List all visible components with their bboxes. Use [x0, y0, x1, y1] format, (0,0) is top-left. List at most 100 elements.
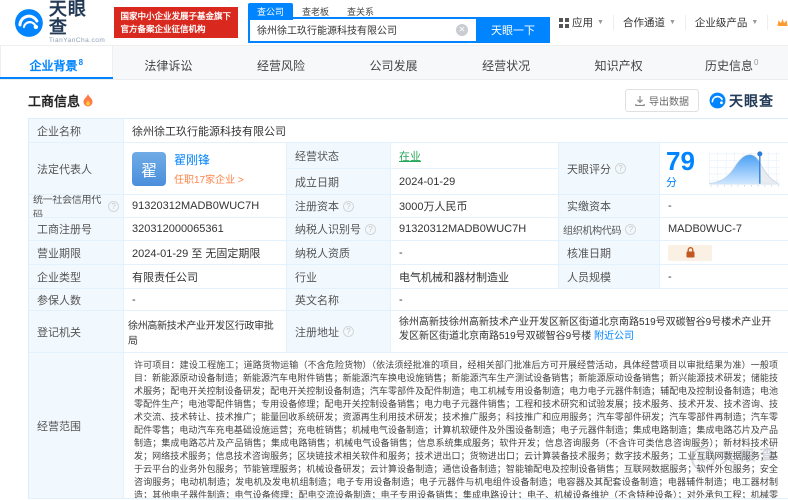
section-title: 工商信息 [28, 94, 81, 109]
field-label-legal-rep: 法定代表人 [29, 143, 124, 195]
lock-icon [686, 247, 694, 258]
official-badge: 国家中小企业发展子基金旗下 官方备案企业征信机构 [113, 6, 239, 39]
grid-icon [559, 17, 570, 28]
tab-label: 知识产权 [594, 59, 643, 73]
field-label-registry: 登记机关 [29, 311, 124, 353]
search-tab-relation[interactable]: 查关系 [338, 3, 383, 20]
field-label-taxpayer-id: 纳税人识别号? [287, 218, 391, 241]
nearby-companies-link[interactable]: 附近公司 [594, 331, 634, 342]
tab-operating-risk[interactable]: 经营风险 [225, 46, 338, 79]
official-badge-line2: 官方备案企业征信机构 [120, 23, 206, 34]
tab-operating-status[interactable]: 经营状况 [450, 46, 563, 79]
export-data-button[interactable]: 导出数据 [625, 89, 699, 112]
field-value-reg-capital: 3000万人民币 [391, 195, 559, 218]
field-value-legal-rep: 翟 翟刚锋 任职17家企业 > [124, 143, 287, 195]
search-type-tabs: 查公司 查老板 查关系 [248, 2, 383, 20]
field-label-scope: 经营范围 [29, 353, 124, 499]
nav-apps-label: 应用 [572, 17, 594, 29]
tab-history-info[interactable]: 历史信息0 [675, 46, 788, 79]
tab-intellectual-property[interactable]: 知识产权 [563, 46, 676, 79]
chevron-down-icon: ▼ [751, 19, 759, 26]
field-value-scope: 许可项目：建设工程施工；道路货物运输（不含危险货物）（依法须经批准的项目，经相关… [124, 353, 788, 499]
field-value-org-code: MADB0WUC-7 [660, 218, 788, 241]
tab-label: 企业背景 [29, 59, 78, 73]
field-value-company-name: 徐州徐工玖行能源科技有限公司 [124, 119, 788, 143]
tianyancha-watermark-logo: 天眼查 [709, 91, 774, 111]
field-label-insured: 参保人数 [29, 289, 124, 311]
legal-rep-avatar[interactable]: 翟 [132, 151, 166, 186]
field-value-paid-capital: - [660, 195, 788, 218]
nav-coop[interactable]: 合作通道 ▼ [612, 15, 685, 30]
field-label-reg-number: 工商注册号 [29, 218, 124, 241]
field-value-registry: 徐州高新技术产业开发区行政审批局 [124, 311, 287, 353]
address-text: 徐州高新技徐州高新技术产业开发区新区街道北京南路519号双碳智谷9号楼术产业开发… [399, 317, 772, 342]
field-label-reg-capital: 注册资本? [287, 195, 391, 218]
field-value-company-type: 有限责任公司 [124, 265, 287, 289]
info-icon[interactable]: ? [365, 223, 376, 235]
business-info-header: 工商信息 导出数据 天眼查 [28, 89, 774, 112]
field-label-company-type: 企业类型 [29, 265, 124, 289]
field-value-score: 79分 [660, 143, 788, 195]
field-label-address: 注册地址? [287, 311, 391, 353]
tianyancha-logo-icon [709, 92, 726, 109]
field-label-approval-date: 核准日期 [559, 241, 660, 265]
score-distribution-chart [709, 150, 781, 187]
brand-name: 天眼查 [48, 0, 87, 38]
tab-badge: 8 [78, 58, 84, 67]
field-value-insured: - [124, 289, 287, 311]
field-label-status: 经营状态 [287, 143, 391, 169]
header-nav: 应用▼ 合作通道▼ 企业级产品▼ 开通会员▼ 登录/注册 [550, 10, 788, 36]
search-button[interactable]: 天眼一下 [476, 16, 551, 43]
tab-company-development[interactable]: 公司发展 [338, 46, 451, 79]
legal-rep-link[interactable]: 翟刚锋 [174, 151, 244, 168]
field-value-established: 2024-01-29 [391, 169, 559, 195]
field-label-industry: 行业 [287, 265, 391, 289]
info-icon[interactable]: ? [615, 163, 626, 174]
nav-enterprise-products-label: 企业级产品 [694, 17, 748, 29]
tab-label: 公司发展 [369, 59, 418, 73]
field-label-score: 天眼评分? [559, 143, 660, 195]
field-label-org-code: 组织机构代码? [559, 218, 660, 241]
crown-icon [777, 19, 788, 26]
score-unit: 分 [666, 176, 677, 189]
clear-search-icon[interactable]: ✕ [456, 23, 469, 36]
tab-legal-proceedings[interactable]: 法律诉讼 [113, 46, 226, 79]
info-icon[interactable]: ? [108, 200, 119, 212]
field-label-credit-code: 统一社会信用代码? [29, 195, 124, 218]
field-label-company-name: 企业名称 [29, 119, 124, 143]
tianyancha-logo[interactable]: 天眼查 TianYanCha.com [14, 0, 106, 45]
status-badge[interactable]: 在业 [399, 148, 421, 164]
field-value-industry: 电气机械和器材制造业 [391, 265, 559, 289]
field-value-taxpayer-quality: - [391, 241, 559, 265]
search-tab-company[interactable]: 查公司 [248, 2, 294, 20]
field-value-term: 2024-01-29 至 无固定期限 [124, 241, 287, 265]
field-value-address: 徐州高新技徐州高新技术产业开发区新区街道北京南路519号双碳智谷9号楼术产业开发… [391, 311, 788, 353]
chevron-down-icon: ▼ [597, 19, 604, 26]
info-icon[interactable]: ? [625, 223, 637, 235]
info-icon[interactable]: ? [343, 326, 354, 337]
company-tabbar: 企业背景8 法律诉讼 经营风险 公司发展 经营状况 知识产权 历史信息0 [0, 46, 788, 80]
tianyancha-logo-icon [14, 8, 43, 37]
search-tab-boss[interactable]: 查老板 [293, 3, 338, 20]
field-label-staff-size: 人员规模 [559, 265, 660, 289]
search-input[interactable] [248, 16, 477, 43]
tab-label: 经营状况 [482, 59, 531, 73]
top-header: 天眼查 TianYanCha.com 国家中小企业发展子基金旗下 官方备案企业征… [0, 0, 788, 46]
field-value-staff-size: - [660, 265, 788, 289]
tab-company-background[interactable]: 企业背景8 [0, 46, 113, 79]
legal-rep-positions-link[interactable]: 任职17家企业 > [174, 171, 244, 186]
nav-enterprise-products[interactable]: 企业级产品 ▼ [684, 15, 767, 30]
nav-coop-label: 合作通道 [622, 17, 665, 29]
download-icon [635, 95, 645, 106]
field-label-established: 成立日期 [287, 169, 391, 195]
official-badge-line1: 国家中小企业发展子基金旗下 [120, 10, 232, 21]
tab-label: 法律诉讼 [144, 59, 193, 73]
field-label-english-name: 英文名称 [287, 289, 391, 311]
nav-apps[interactable]: 应用 ▼ [550, 15, 613, 30]
field-label-term: 营业期限 [29, 241, 124, 265]
nav-vip[interactable]: 开通会员▼ [767, 15, 788, 30]
info-icon[interactable]: ? [343, 200, 354, 212]
locked-value-pill[interactable] [668, 244, 712, 261]
chevron-down-icon: ▼ [668, 19, 676, 26]
field-value-taxpayer-id: 91320312MADB0WUC7H [391, 218, 559, 241]
